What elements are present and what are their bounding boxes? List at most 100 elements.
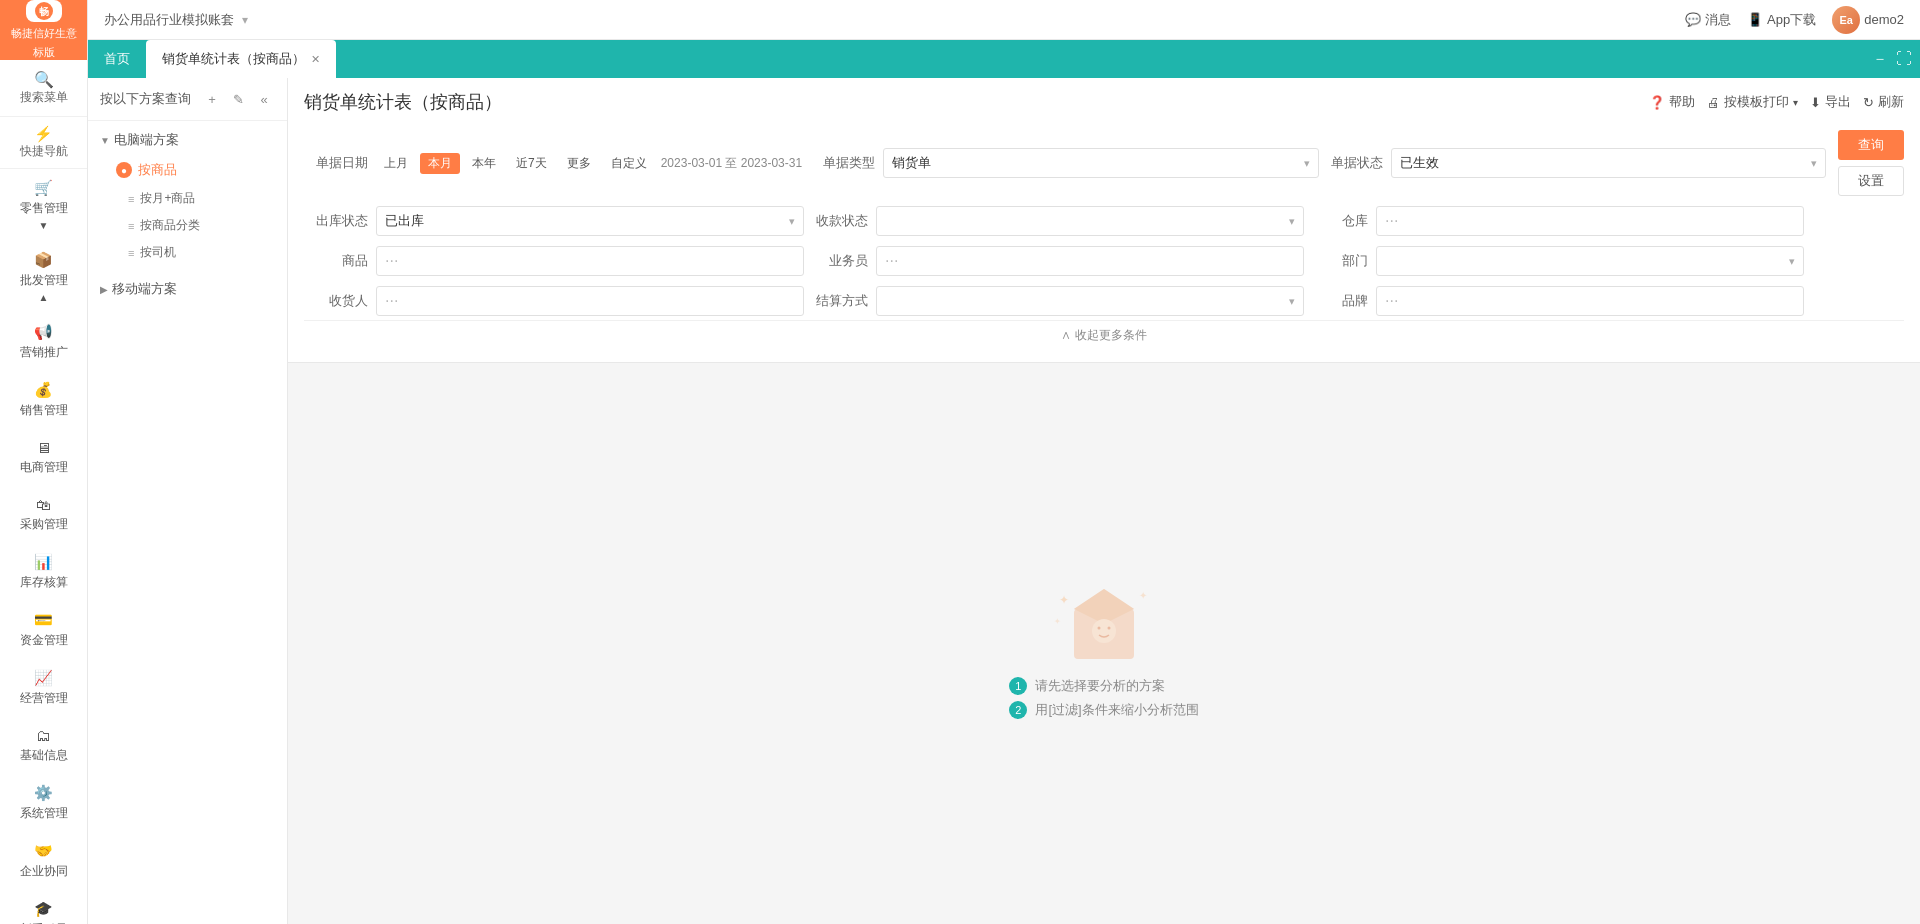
collapse-bar[interactable]: ∧ 收起更多条件 xyxy=(304,320,1904,350)
help-btn[interactable]: ❓ 帮助 xyxy=(1649,93,1695,111)
date-tab-last-month[interactable]: 上月 xyxy=(376,153,416,174)
collection-select[interactable]: ▾ xyxy=(876,206,1304,236)
sidebar-item-operation[interactable]: 📈 经营管理 xyxy=(0,659,87,717)
tree-child-by-goods[interactable]: ● 按商品 xyxy=(88,155,287,185)
user-profile[interactable]: Ea demo2 xyxy=(1832,6,1904,34)
dept-select[interactable]: ▾ xyxy=(1376,246,1804,276)
date-tab-this-year[interactable]: 本年 xyxy=(464,153,504,174)
collection-label: 收款状态 xyxy=(804,212,876,230)
by-goods-label: 按商品 xyxy=(138,161,177,179)
download-icon: 📱 xyxy=(1747,12,1763,27)
driver-icon: ≡ xyxy=(128,247,134,259)
staff-input[interactable]: ··· xyxy=(876,246,1304,276)
warehouse-status-select[interactable]: 已出库 ▾ xyxy=(376,206,804,236)
tree-grandchild-month-goods[interactable]: ≡ 按月+商品 xyxy=(88,185,287,212)
receiver-input[interactable]: ··· xyxy=(376,286,804,316)
tab-sales-stat[interactable]: 销货单统计表（按商品） ✕ xyxy=(146,40,336,78)
docstatus-label: 单据状态 xyxy=(1319,154,1391,172)
sidebar-item-marketing[interactable]: 📢 营销推广 xyxy=(0,313,87,371)
sidebar: 畅 畅捷信好生意 标版 🔍 搜索菜单 ⚡ 快捷导航 🛒 零售管理 ▼ 📦 批发管… xyxy=(0,0,88,924)
edit-scheme-btn[interactable]: ✎ xyxy=(227,88,249,110)
type-select[interactable]: 销货单 ▾ xyxy=(883,148,1318,178)
breadcrumb-chevron: ▾ xyxy=(242,13,248,27)
svg-text:✦: ✦ xyxy=(1059,593,1069,607)
warehouse-status-value: 已出库 xyxy=(385,212,424,230)
tree-grandchild-driver[interactable]: ≡ 按司机 xyxy=(88,239,287,266)
docstatus-value: 已生效 xyxy=(1400,154,1439,172)
date-tabs: 上月 本月 本年 近7天 更多 自定义 xyxy=(376,153,655,174)
settle-select[interactable]: ▾ xyxy=(876,286,1304,316)
receiver-dots: ··· xyxy=(385,292,398,310)
collapse-panel-btn[interactable]: « xyxy=(253,88,275,110)
date-tab-7days[interactable]: 近7天 xyxy=(508,153,555,174)
message-icon: 💬 xyxy=(1685,12,1701,27)
collection-arrow: ▾ xyxy=(1289,215,1295,228)
sidebar-item-ecommerce[interactable]: 🖥 电商管理 xyxy=(0,429,87,486)
svg-text:畅: 畅 xyxy=(39,6,49,17)
tree-group-mobile: ▶ 移动端方案 xyxy=(88,270,287,308)
sidebar-item-finance[interactable]: 💳 资金管理 xyxy=(0,601,87,659)
sidebar-item-system[interactable]: ⚙️ 系统管理 xyxy=(0,774,87,832)
sidebar-item-inventory[interactable]: 📊 库存核算 xyxy=(0,543,87,601)
tabbar: 首页 销货单统计表（按商品） ✕ － ⛶ xyxy=(88,40,1920,78)
docstatus-arrow: ▾ xyxy=(1811,157,1817,170)
left-panel-header: 按以下方案查询 + ✎ « xyxy=(88,78,287,121)
refresh-btn[interactable]: ↻ 刷新 xyxy=(1863,93,1904,111)
query-button[interactable]: 查询 xyxy=(1838,130,1904,160)
date-tab-more[interactable]: 更多 xyxy=(559,153,599,174)
tree-parent-desktop[interactable]: ▼ 电脑端方案 xyxy=(88,125,287,155)
settings-button[interactable]: 设置 xyxy=(1838,166,1904,196)
avatar: Ea xyxy=(1832,6,1860,34)
tree-grandchild-goods-category[interactable]: ≡ 按商品分类 xyxy=(88,212,287,239)
sidebar-item-guide[interactable]: 🎓 新手引导 xyxy=(0,890,87,924)
goods-category-icon: ≡ xyxy=(128,220,134,232)
page-title-actions: ❓ 帮助 🖨 按模板打印 ▾ ⬇ 导出 ↻ xyxy=(1649,93,1904,111)
sidebar-search[interactable]: 🔍 搜索菜单 xyxy=(0,60,87,117)
app-subtitle: 标版 xyxy=(33,45,55,60)
date-tab-custom[interactable]: 自定义 xyxy=(603,153,655,174)
tree-parent-desktop-label: 电脑端方案 xyxy=(114,131,179,149)
page-title-row: 销货单统计表（按商品） ❓ 帮助 🖨 按模板打印 ▾ ⬇ xyxy=(304,90,1904,114)
date-range: 2023-03-01 至 2023-03-31 xyxy=(661,155,802,172)
tab-close-btn[interactable]: ✕ xyxy=(311,53,320,66)
help-icon: ❓ xyxy=(1649,95,1665,110)
topbar-left: 办公用品行业模拟账套 ▾ xyxy=(104,11,248,29)
empty-state: ✦ ✦ ✦ 1 请先选择要分析的方案 2 用[过滤]条件来缩小分析范围 xyxy=(288,363,1920,924)
app-download-btn[interactable]: 📱 App下载 xyxy=(1747,11,1816,29)
warehouse-status-label: 出库状态 xyxy=(304,212,376,230)
storage-input[interactable]: ··· xyxy=(1376,206,1804,236)
goods-input[interactable]: ··· xyxy=(376,246,804,276)
panel-actions: + ✎ « xyxy=(201,88,275,110)
sidebar-item-enterprise[interactable]: 🤝 企业协同 xyxy=(0,832,87,890)
minimize-icon[interactable]: － xyxy=(1872,49,1888,70)
svg-point-7 xyxy=(1108,626,1111,629)
date-tab-this-month[interactable]: 本月 xyxy=(420,153,460,174)
maximize-icon[interactable]: ⛶ xyxy=(1896,50,1912,68)
hint2-num: 2 xyxy=(1009,701,1027,719)
empty-illustration: ✦ ✦ ✦ xyxy=(1044,569,1164,669)
svg-text:✦: ✦ xyxy=(1054,617,1061,626)
topbar: 办公用品行业模拟账套 ▾ 💬 消息 📱 App下载 Ea demo2 xyxy=(88,0,1920,40)
right-panel: 销货单统计表（按商品） ❓ 帮助 🖨 按模板打印 ▾ ⬇ xyxy=(288,78,1920,924)
add-scheme-btn[interactable]: + xyxy=(201,88,223,110)
sidebar-item-sales[interactable]: 💰 销售管理 xyxy=(0,371,87,429)
message-btn[interactable]: 💬 消息 xyxy=(1685,11,1731,29)
brand-label: 品牌 xyxy=(1304,292,1376,310)
sidebar-item-basic[interactable]: 🗂 基础信息 xyxy=(0,717,87,774)
tabbar-right: － ⛶ xyxy=(1872,49,1920,70)
tree-parent-mobile[interactable]: ▶ 移动端方案 xyxy=(88,274,287,304)
sidebar-item-purchase[interactable]: 🛍 采购管理 xyxy=(0,486,87,543)
export-btn[interactable]: ⬇ 导出 xyxy=(1810,93,1851,111)
empty-hint1: 请先选择要分析的方案 xyxy=(1035,677,1165,695)
docstatus-select[interactable]: 已生效 ▾ xyxy=(1391,148,1826,178)
print-btn[interactable]: 🖨 按模板打印 ▾ xyxy=(1707,93,1798,111)
tab-home[interactable]: 首页 xyxy=(88,40,146,78)
receiver-label: 收货人 xyxy=(304,292,376,310)
sidebar-item-wholesale[interactable]: 📦 批发管理 ▲ xyxy=(0,241,87,313)
sidebar-item-retail[interactable]: 🛒 零售管理 ▼ xyxy=(0,169,87,241)
sidebar-nav[interactable]: ⚡ 快捷导航 xyxy=(0,117,87,169)
left-panel: 按以下方案查询 + ✎ « ▼ 电脑端方案 ● 按商品 ≡ xyxy=(88,78,288,924)
svg-point-6 xyxy=(1098,626,1101,629)
dept-arrow: ▾ xyxy=(1789,255,1795,268)
brand-input[interactable]: ··· xyxy=(1376,286,1804,316)
